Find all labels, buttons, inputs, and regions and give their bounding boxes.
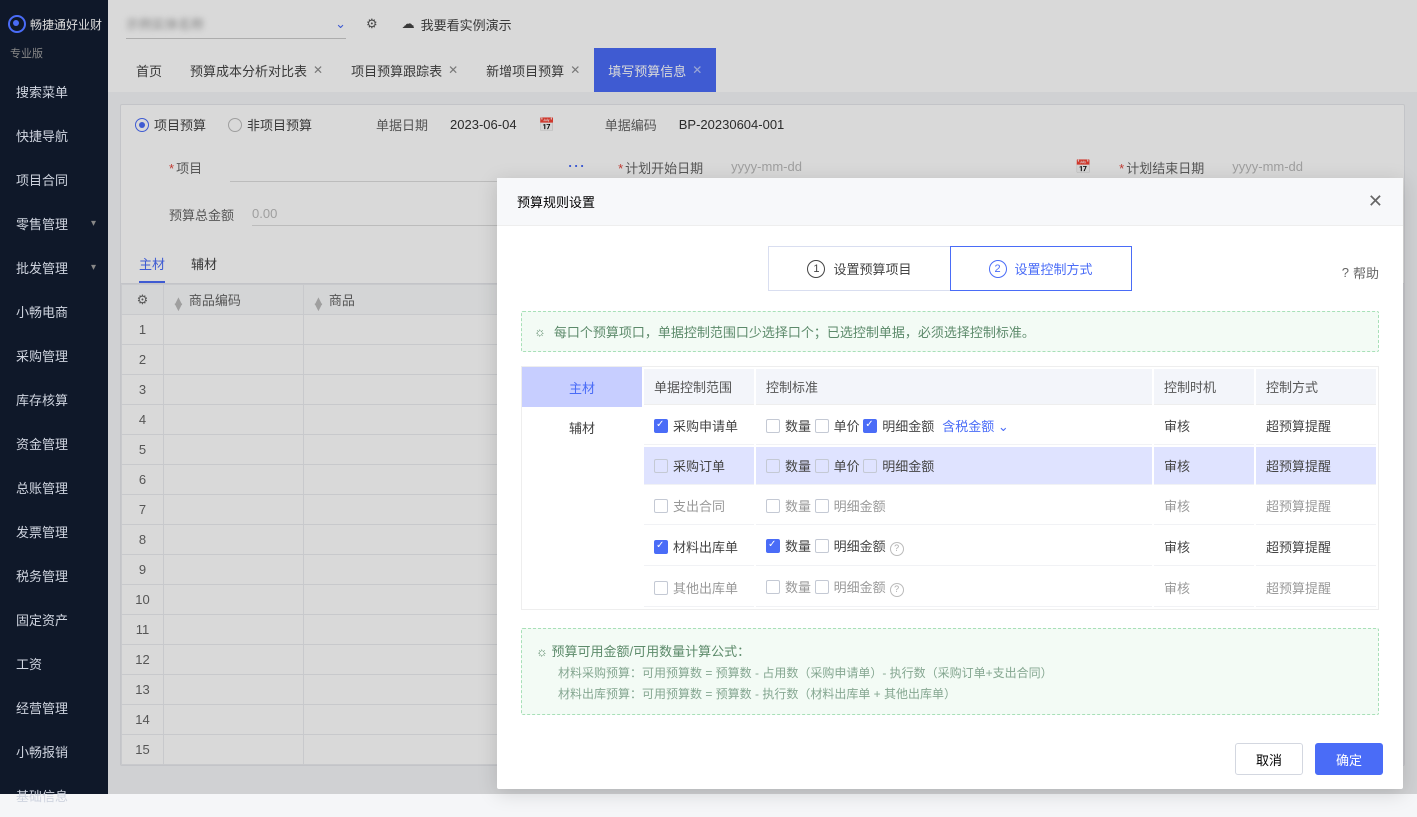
checkbox[interactable]: [766, 580, 780, 594]
brand: 畅捷通好业财: [0, 0, 108, 48]
nav-item-6[interactable]: 采购管理: [0, 333, 108, 377]
nav-item-5[interactable]: 小畅电商: [0, 289, 108, 333]
checkbox[interactable]: [766, 459, 780, 473]
checkbox[interactable]: [863, 459, 877, 473]
nav-item-10[interactable]: 发票管理: [0, 509, 108, 553]
ok-button[interactable]: 确定: [1315, 743, 1383, 775]
nav-item-4[interactable]: 批发管理▾: [0, 245, 108, 289]
step-2[interactable]: 2设置控制方式: [950, 246, 1132, 291]
rule-side-aux[interactable]: 辅材: [522, 407, 642, 447]
rule-row-1: 采购订单数量 单价 明细金额审核超预算提醒: [644, 447, 1376, 485]
cancel-button[interactable]: 取消: [1235, 743, 1303, 775]
checkbox[interactable]: [815, 499, 829, 513]
rule-row-3: 材料出库单数量 明细金额?审核超预算提醒: [644, 527, 1376, 566]
help-icon: ?: [1342, 265, 1349, 280]
dropdown[interactable]: 含税金额 ⌄: [942, 419, 1009, 434]
brand-logo-icon: [8, 15, 26, 33]
hint-box: ☼每口个预算项口，单据控制范围口少选择口个；已选控制单据，必须选择控制标准。: [521, 311, 1379, 352]
rule-row-2: 支出合同数量 明细金额审核超预算提醒: [644, 487, 1376, 525]
dialog-footer: 取消 确定: [497, 729, 1403, 789]
chevron-down-icon: ▾: [91, 262, 96, 273]
info-icon[interactable]: ?: [890, 583, 904, 597]
rule-dialog: 预算规则设置 ✕ 1设置预算项目 2设置控制方式 ?帮助 ☼每口个预算项口，单据…: [497, 178, 1403, 789]
nav-list: 搜索菜单快捷导航项目合同零售管理▾批发管理▾小畅电商采购管理库存核算资金管理总账…: [0, 69, 108, 817]
dialog-header: 预算规则设置 ✕: [497, 178, 1403, 226]
checkbox[interactable]: [766, 499, 780, 513]
dialog-body: 1设置预算项目 2设置控制方式 ?帮助 ☼每口个预算项口，单据控制范围口少选择口…: [497, 226, 1403, 729]
checkbox[interactable]: [815, 419, 829, 433]
help-link[interactable]: ?帮助: [1342, 263, 1379, 282]
brand-name: 畅捷通好业财: [30, 16, 102, 33]
col-std: 控制标准: [756, 369, 1152, 405]
col-method: 控制方式: [1256, 369, 1376, 405]
nav-item-9[interactable]: 总账管理: [0, 465, 108, 509]
rule-row-4: 其他出库单数量 明细金额?审核超预算提醒: [644, 568, 1376, 607]
sidebar: 畅捷通好业财 专业版 搜索菜单快捷导航项目合同零售管理▾批发管理▾小畅电商采购管…: [0, 0, 108, 794]
rule-sidebar: 主材 辅材: [522, 367, 642, 609]
dialog-title: 预算规则设置: [517, 192, 595, 211]
nav-item-2[interactable]: 项目合同: [0, 157, 108, 201]
formula-line-1: 材料采购预算：可用预算数 = 预算数 - 占用数（采购申请单）- 执行数（采购订…: [558, 664, 1364, 681]
checkbox[interactable]: [654, 540, 668, 554]
nav-item-0[interactable]: 搜索菜单: [0, 69, 108, 113]
rule-wrap: 主材 辅材 单据控制范围 控制标准 控制时机 控制方式 采购申请单数量 单价 明…: [521, 366, 1379, 610]
col-range: 单据控制范围: [644, 369, 754, 405]
checkbox[interactable]: [815, 459, 829, 473]
nav-item-3[interactable]: 零售管理▾: [0, 201, 108, 245]
rule-row-0: 采购申请单数量 单价 明细金额含税金额 ⌄审核超预算提醒: [644, 407, 1376, 445]
rule-table: 单据控制范围 控制标准 控制时机 控制方式 采购申请单数量 单价 明细金额含税金…: [642, 367, 1378, 609]
step-1[interactable]: 1设置预算项目: [768, 246, 949, 291]
nav-item-1[interactable]: 快捷导航: [0, 113, 108, 157]
checkbox[interactable]: [654, 499, 668, 513]
info-icon[interactable]: ?: [890, 542, 904, 556]
step-tabs: 1设置预算项目 2设置控制方式: [521, 246, 1379, 291]
checkbox[interactable]: [654, 581, 668, 595]
checkbox[interactable]: [863, 419, 877, 433]
nav-item-14[interactable]: 经营管理: [0, 685, 108, 729]
nav-item-8[interactable]: 资金管理: [0, 421, 108, 465]
col-timing: 控制时机: [1154, 369, 1254, 405]
checkbox[interactable]: [766, 539, 780, 553]
nav-item-16[interactable]: 基础信息: [0, 773, 108, 817]
chevron-down-icon: ▾: [91, 218, 96, 229]
nav-item-15[interactable]: 小畅报销: [0, 729, 108, 773]
checkbox[interactable]: [815, 580, 829, 594]
checkbox[interactable]: [654, 419, 668, 433]
formula-box: ☼ 预算可用金额/可用数量计算公式： 材料采购预算：可用预算数 = 预算数 - …: [521, 628, 1379, 715]
nav-item-7[interactable]: 库存核算: [0, 377, 108, 421]
nav-item-12[interactable]: 固定资产: [0, 597, 108, 641]
rule-side-main[interactable]: 主材: [522, 367, 642, 407]
nav-item-11[interactable]: 税务管理: [0, 553, 108, 597]
bulb-icon: ☼: [534, 324, 546, 339]
checkbox[interactable]: [766, 419, 780, 433]
checkbox[interactable]: [654, 459, 668, 473]
brand-edition: 专业版: [0, 45, 108, 61]
formula-line-2: 材料出库预算：可用预算数 = 预算数 - 执行数（材料出库单 + 其他出库单）: [558, 685, 1364, 702]
close-icon[interactable]: ✕: [1368, 191, 1383, 212]
nav-item-13[interactable]: 工资: [0, 641, 108, 685]
checkbox[interactable]: [815, 539, 829, 553]
bulb-icon: ☼: [536, 644, 548, 659]
